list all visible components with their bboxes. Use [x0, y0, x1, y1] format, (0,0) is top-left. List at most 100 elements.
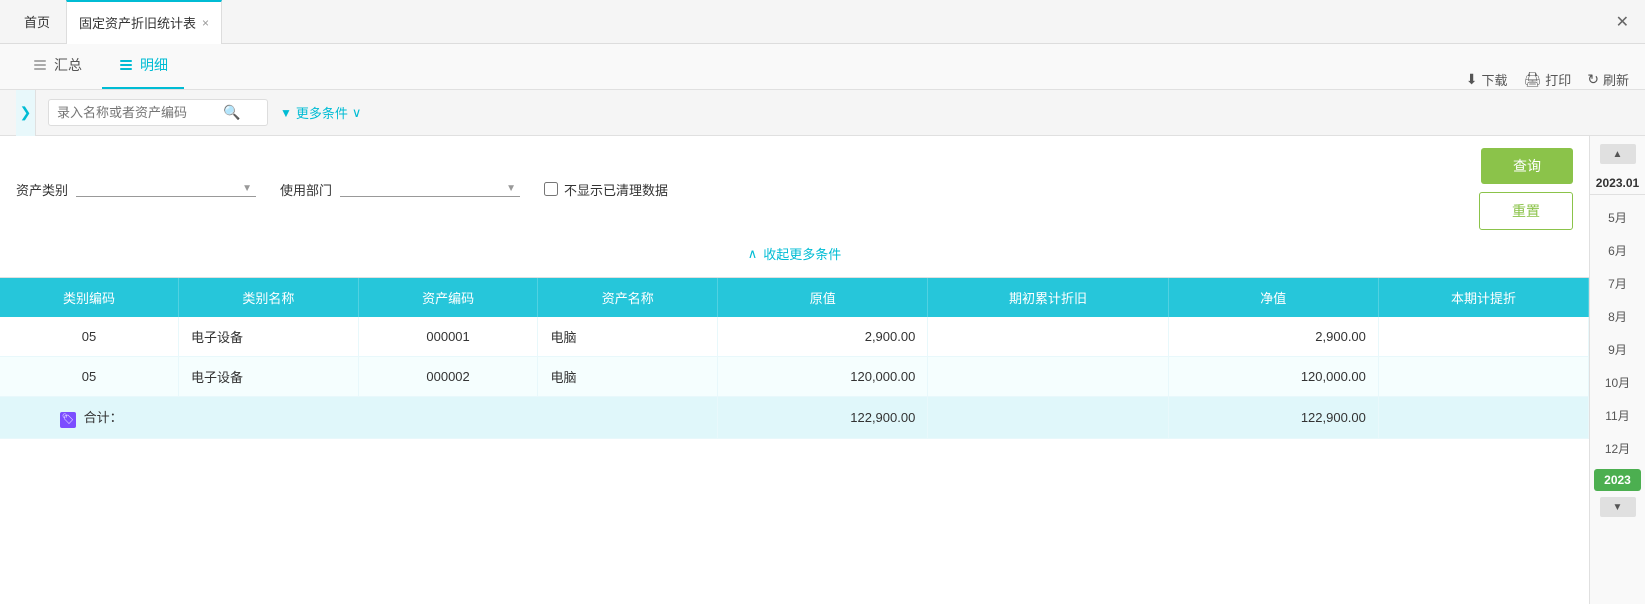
search-icon[interactable]: 🔍	[223, 104, 240, 121]
chevron-down-icon-dept: ▼	[506, 183, 516, 194]
tab-detail[interactable]: 明细	[102, 43, 184, 89]
use-department-select[interactable]: ▼	[340, 181, 520, 197]
cell-row1-col5: 2,900.00	[718, 317, 928, 357]
month-6[interactable]: 6月	[1590, 236, 1645, 265]
filter-buttons: 查询 重置	[1479, 148, 1573, 230]
scroll-down-button[interactable]: ▼	[1600, 497, 1636, 517]
current-year-badge[interactable]: 2023	[1594, 469, 1641, 491]
collapse-label: 收起更多条件	[763, 244, 841, 263]
search-bar: ❯ 🔍 ▼ 更多条件 ∨	[0, 90, 1645, 136]
year-month-panel: ▲ 2023.01 5月 6月 7月 8月 9月 10月 11月 12月 202…	[1589, 136, 1645, 604]
sub-tabs-bar: 汇总 明细 ⬇ 下载 🖨 打印 ↻ 刷新	[0, 44, 1645, 90]
layers-icon	[32, 57, 48, 73]
use-department-label: 使用部门	[280, 180, 332, 199]
month-7[interactable]: 7月	[1590, 269, 1645, 298]
month-12[interactable]: 12月	[1590, 434, 1645, 463]
cell-row1-col3: 000001	[358, 317, 538, 357]
month-8[interactable]: 8月	[1590, 302, 1645, 331]
total-col7: 122,900.00	[1168, 397, 1378, 439]
th-col2: 类别名称	[179, 278, 359, 317]
download-label: 下载	[1481, 70, 1507, 89]
chevron-down-icon: ∨	[352, 105, 362, 121]
query-button[interactable]: 查询	[1481, 148, 1573, 184]
download-icon: ⬇	[1466, 71, 1478, 88]
hide-cleared-checkbox[interactable]	[544, 182, 558, 196]
cell-row2-col4: 电脑	[538, 357, 718, 397]
month-10[interactable]: 10月	[1590, 368, 1645, 397]
cell-row2-col2: 电子设备	[179, 357, 359, 397]
cell-row1-col7: 2,900.00	[1168, 317, 1378, 357]
year-header: 2023.01	[1590, 172, 1645, 195]
list-icon	[118, 57, 134, 73]
close-tab-icon[interactable]: ×	[202, 16, 209, 30]
tab-summary-label: 汇总	[54, 55, 82, 75]
active-tab[interactable]: 固定资产折旧统计表 ×	[66, 0, 222, 44]
collapse-icon: ∧	[748, 246, 758, 262]
table-row: 05 电子设备 000001 电脑 2,900.00 2,900.00	[0, 317, 1589, 357]
th-col7: 净值	[1168, 278, 1378, 317]
th-col1: 类别编码	[0, 278, 179, 317]
asset-category-label: 资产类别	[16, 180, 68, 199]
total-col8	[1378, 397, 1588, 439]
cell-row2-col8	[1378, 357, 1588, 397]
cell-row1-col8	[1378, 317, 1588, 357]
refresh-label: 刷新	[1603, 70, 1629, 89]
cell-row1-col2: 电子设备	[179, 317, 359, 357]
total-col5: 122,900.00	[718, 397, 928, 439]
month-11[interactable]: 11月	[1590, 401, 1645, 430]
print-icon: 🖨	[1523, 71, 1541, 88]
home-link[interactable]: 首页	[16, 12, 58, 31]
total-row: 🏷 合计： 122,900.00 122,900.00	[0, 397, 1589, 439]
cell-row2-col6	[928, 357, 1168, 397]
collapse-button[interactable]: ∧ 收起更多条件	[16, 238, 1573, 269]
total-icon-cell: 🏷 合计：	[0, 397, 718, 439]
refresh-icon: ↻	[1587, 71, 1599, 88]
filter-row-1: 资产类别 ▼ 使用部门 ▼	[16, 148, 1573, 230]
th-col4: 资产名称	[538, 278, 718, 317]
tab-label: 固定资产折旧统计表	[79, 13, 196, 32]
top-nav: 首页 固定资产折旧统计表 × ✕	[0, 0, 1645, 44]
search-input-wrap: 🔍	[48, 99, 268, 126]
print-button[interactable]: 🖨 打印	[1523, 70, 1571, 89]
download-button[interactable]: ⬇ 下载	[1466, 70, 1508, 89]
filter-icon: ▼	[280, 106, 292, 120]
search-input[interactable]	[57, 105, 217, 120]
chevron-down-icon-asset: ▼	[242, 183, 252, 194]
asset-category-select[interactable]: ▼	[76, 181, 256, 197]
total-label: 合计：	[84, 410, 123, 425]
nav-expand-button[interactable]: ❯	[16, 90, 36, 136]
data-table-wrap: 类别编码 类别名称 资产编码 资产名称 原值 期初累计折旧 净值 本期计提折 0	[0, 278, 1589, 604]
th-col3: 资产编码	[358, 278, 538, 317]
th-col6: 期初累计折旧	[928, 278, 1168, 317]
tab-summary[interactable]: 汇总	[16, 43, 98, 89]
th-col5: 原值	[718, 278, 928, 317]
more-conditions-button[interactable]: ▼ 更多条件 ∨	[280, 103, 361, 122]
print-label: 打印	[1545, 70, 1571, 89]
month-5[interactable]: 5月	[1590, 203, 1645, 232]
data-table: 类别编码 类别名称 资产编码 资产名称 原值 期初累计折旧 净值 本期计提折 0	[0, 278, 1589, 439]
hide-cleared-group: 不显示已清理数据	[544, 180, 668, 199]
close-window-button[interactable]: ✕	[1616, 12, 1629, 32]
cell-row1-col1: 05	[0, 317, 179, 357]
th-col8: 本期计提折	[1378, 278, 1588, 317]
table-header: 类别编码 类别名称 资产编码 资产名称 原值 期初累计折旧 净值 本期计提折	[0, 278, 1589, 317]
cell-row1-col4: 电脑	[538, 317, 718, 357]
refresh-button[interactable]: ↻ 刷新	[1587, 70, 1629, 89]
more-conditions-label: 更多条件	[296, 103, 348, 122]
tab-detail-label: 明细	[140, 55, 168, 75]
reset-button[interactable]: 重置	[1479, 192, 1573, 230]
cell-row2-col5: 120,000.00	[718, 357, 928, 397]
table-row: 05 电子设备 000002 电脑 120,000.00 120,000.00	[0, 357, 1589, 397]
table-body: 05 电子设备 000001 电脑 2,900.00 2,900.00 05 电…	[0, 317, 1589, 438]
cell-row2-col1: 05	[0, 357, 179, 397]
cell-row2-col3: 000002	[358, 357, 538, 397]
hide-cleared-label: 不显示已清理数据	[564, 180, 668, 199]
total-col6	[928, 397, 1168, 439]
month-9[interactable]: 9月	[1590, 335, 1645, 364]
asset-category-group: 资产类别 ▼	[16, 180, 256, 199]
cell-row2-col7: 120,000.00	[1168, 357, 1378, 397]
toolbar-right: ⬇ 下载 🖨 打印 ↻ 刷新	[1466, 70, 1629, 89]
use-department-group: 使用部门 ▼	[280, 180, 520, 199]
total-icon: 🏷	[60, 412, 76, 428]
scroll-up-button[interactable]: ▲	[1600, 144, 1636, 164]
